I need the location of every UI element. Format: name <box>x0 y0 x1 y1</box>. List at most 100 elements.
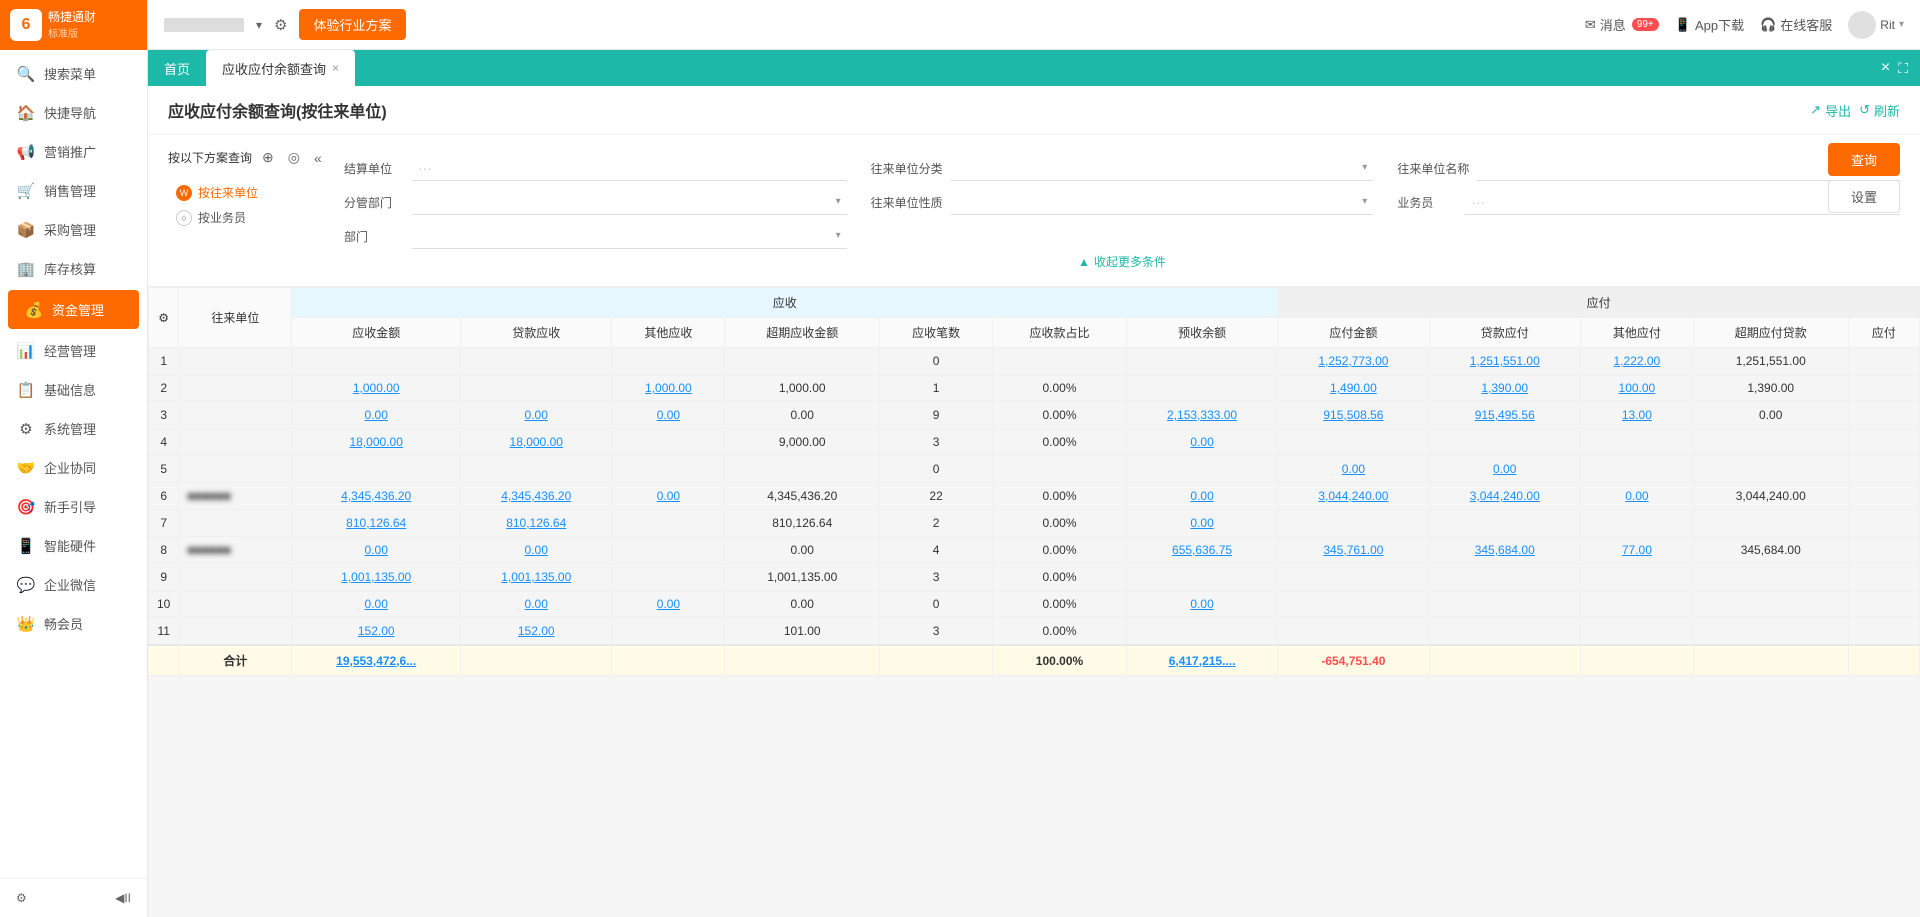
scheme-collapse-icon[interactable]: « <box>310 148 326 168</box>
query-button[interactable]: 查询 <box>1828 143 1900 176</box>
table-settings-col[interactable]: ⚙ <box>149 288 179 348</box>
app-logo-icon: 6 <box>10 9 42 41</box>
username[interactable]: Rit <box>1880 18 1895 32</box>
maximize-window-icon[interactable]: ⛶ <box>1898 60 1908 77</box>
basic-icon: 📋 <box>16 381 36 399</box>
sidebar-footer: ⚙ ◀II <box>0 878 147 917</box>
main-content: 应收应付余额查询(按往来单位) ↗ 导出 ↺ 刷新 按以下方案查询 ⊕ ◎ « <box>148 86 1920 917</box>
app-download-label: App下载 <box>1695 15 1744 34</box>
export-button[interactable]: ↗ 导出 <box>1810 101 1851 120</box>
filter-category-input[interactable]: ▾ <box>951 155 1374 181</box>
sidebar-item-label: 经营管理 <box>44 341 96 360</box>
messages-action[interactable]: ✉ 消息 99+ <box>1585 15 1659 34</box>
header-actions: ✉ 消息 99+ 📱 App下载 🎧 在线客服 Rit ▾ <box>1585 11 1904 39</box>
close-window-icon[interactable]: × <box>1881 59 1890 77</box>
online-service-action[interactable]: 🎧 在线客服 <box>1760 15 1832 34</box>
tab-home[interactable]: 首页 <box>148 50 206 86</box>
table-row: 418,000.0018,000.009,000.0030.00%0.00 <box>149 429 1920 456</box>
scheme-settings-icon[interactable]: ◎ <box>284 147 304 168</box>
scheme-item-company[interactable]: W 按往来单位 <box>168 180 328 205</box>
filter-subdept-input[interactable]: ▾ <box>412 223 847 249</box>
col-group-receivable: 应收 <box>292 288 1278 318</box>
sidebar-item-quicknav[interactable]: 🏠 快捷导航 <box>0 93 147 132</box>
sidebar-item-marketing[interactable]: 📢 营销推广 <box>0 132 147 171</box>
col-group-payable: 应付 <box>1278 288 1920 318</box>
col-ap-loan: 贷款应付 <box>1429 318 1580 348</box>
trial-button[interactable]: 体验行业方案 <box>299 9 405 40</box>
sidebar-item-label: 企业微信 <box>44 575 96 594</box>
add-scheme-icon[interactable]: ⊕ <box>258 147 278 168</box>
table-row: 500.000.00 <box>149 456 1920 483</box>
breadcrumb-dropdown-icon[interactable]: ▾ <box>256 18 262 32</box>
sidebar-item-enterprise[interactable]: 🤝 企业协同 <box>0 448 147 487</box>
setting-button[interactable]: 设置 <box>1828 180 1900 213</box>
footer-ar-prepay[interactable]: 6,417,215.... <box>1126 645 1277 676</box>
col-ap-amount: 应付金额 <box>1278 318 1429 348</box>
sidebar-item-hardware[interactable]: 📱 智能硬件 <box>0 526 147 565</box>
sidebar-item-sales[interactable]: 🛒 销售管理 <box>0 171 147 210</box>
collapse-footer-icon[interactable]: ◀II <box>115 891 131 905</box>
sales-icon: 🛒 <box>16 182 36 200</box>
filter-item-nature: 往来单位性质 ▾ <box>871 189 1374 215</box>
home-icon: 🏠 <box>16 104 36 122</box>
col-ar-ratio: 应收款占比 <box>993 318 1127 348</box>
tab-close-icon[interactable]: × <box>332 61 339 75</box>
user-dropdown-icon[interactable]: ▾ <box>1899 19 1904 30</box>
filter-nature-input[interactable]: ▾ <box>951 189 1374 215</box>
filter-item-category: 往来单位分类 ▾ <box>871 155 1374 181</box>
window-controls: × ⛶ <box>1881 59 1920 77</box>
col-ar-prepay: 预收余额 <box>1126 318 1277 348</box>
sidebar-item-finance[interactable]: 💰 资金管理 <box>8 290 139 329</box>
filter-item-salesperson: 业务员 ··· <box>1397 189 1900 215</box>
filter-dept-input[interactable]: ▾ <box>412 189 847 215</box>
footer-ar-amount[interactable]: 19,553,472,6... <box>292 645 461 676</box>
sidebar-item-label: 采购管理 <box>44 220 96 239</box>
settings-gear-icon[interactable]: ⚙ <box>274 16 287 34</box>
search-icon: 🔍 <box>16 65 36 83</box>
download-icon: 📱 <box>1675 17 1691 33</box>
footer-ap-amount: -654,751.40 <box>1278 645 1429 676</box>
collapse-filter-row[interactable]: ▲ 收起更多条件 <box>344 249 1900 274</box>
sidebar-item-basic[interactable]: 📋 基础信息 <box>0 370 147 409</box>
col-ap-other: 其他应付 <box>1580 318 1693 348</box>
online-service-label: 在线客服 <box>1780 15 1832 34</box>
filter-item-name: 往来单位名称 <box>1397 155 1900 181</box>
page-header: 应收应付余额查询(按往来单位) ↗ 导出 ↺ 刷新 <box>148 86 1920 135</box>
sidebar-item-label: 资金管理 <box>52 300 104 319</box>
sidebar-item-search[interactable]: 🔍 搜索菜单 <box>0 54 147 93</box>
table-row: 11152.00152.00101.0030.00% <box>149 618 1920 646</box>
table-area[interactable]: ⚙ 往来单位 应收 应付 应收金额 贷款应收 其他应收 超期应收金额 应收笔数 … <box>148 287 1920 838</box>
table-row: 8■■■■■■0.000.000.0040.00%655,636.75345,7… <box>149 537 1920 564</box>
col-ar-loan: 贷款应收 <box>461 318 612 348</box>
scheme-item-salesperson[interactable]: ○ 按业务员 <box>168 205 328 230</box>
scheme-active-icon: W <box>176 185 192 201</box>
tab-ar-query[interactable]: 应收应付余额查询 × <box>206 50 355 86</box>
sidebar-item-system[interactable]: ⚙ 系统管理 <box>0 409 147 448</box>
table-row: 7810,126.64810,126.64810,126.6420.00%0.0… <box>149 510 1920 537</box>
sidebar-item-wechat[interactable]: 💬 企业微信 <box>0 565 147 604</box>
footer-ar-ratio: 100.00% <box>993 645 1127 676</box>
refresh-button[interactable]: ↺ 刷新 <box>1859 101 1900 120</box>
sidebar-item-label: 销售管理 <box>44 181 96 200</box>
messages-badge: 99+ <box>1632 18 1659 31</box>
sidebar-item-inventory[interactable]: 🏢 库存核算 <box>0 249 147 288</box>
tab-ar-query-label: 应收应付余额查询 <box>222 59 326 78</box>
page-title: 应收应付余额查询(按往来单位) <box>168 98 387 122</box>
purchase-icon: 📦 <box>16 221 36 239</box>
sidebar-item-member[interactable]: 👑 畅会员 <box>0 604 147 643</box>
tabbar: 首页 应收应付余额查询 × × ⛶ <box>148 50 1920 86</box>
app-download-action[interactable]: 📱 App下载 <box>1675 15 1744 34</box>
tab-home-label: 首页 <box>164 59 190 78</box>
inventory-icon: 🏢 <box>16 260 36 278</box>
message-icon: ✉ <box>1585 17 1596 33</box>
sidebar-item-label: 系统管理 <box>44 419 96 438</box>
sidebar-item-guide[interactable]: 🎯 新手引导 <box>0 487 147 526</box>
system-icon: ⚙ <box>16 420 36 438</box>
sidebar-item-purchase[interactable]: 📦 采购管理 <box>0 210 147 249</box>
filter-fields: 结算单位 ··· 往来单位分类 ▾ 往来单位名称 <box>344 147 1900 274</box>
export-icon: ↗ <box>1810 102 1821 118</box>
sidebar-item-operation[interactable]: 📊 经营管理 <box>0 331 147 370</box>
filter-company-input[interactable]: ··· <box>412 155 847 181</box>
table-row: 101,252,773.001,251,551.001,222.001,251,… <box>149 348 1920 375</box>
settings-footer-icon[interactable]: ⚙ <box>16 891 27 905</box>
